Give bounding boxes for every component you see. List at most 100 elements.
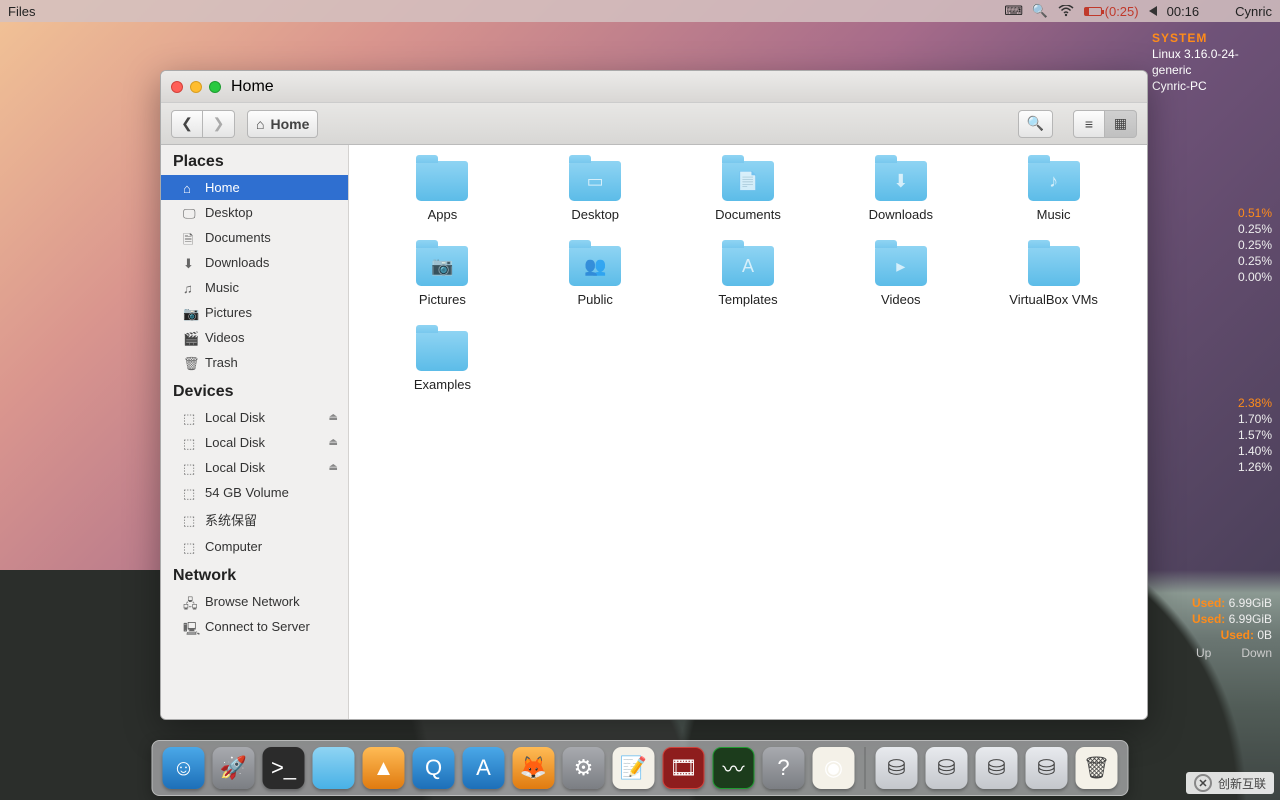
dock-vlc[interactable]: ▲ bbox=[363, 747, 405, 789]
search-icon[interactable]: 🔍 bbox=[1032, 3, 1048, 19]
dock-monitor[interactable]: 〰 bbox=[713, 747, 755, 789]
help-icon: ? bbox=[777, 755, 789, 781]
dock-finder[interactable]: ☺ bbox=[163, 747, 205, 789]
sidebar-item-connect-to-server[interactable]: 🖳Connect to Server bbox=[161, 614, 348, 639]
folder-icon: 📄 bbox=[722, 161, 774, 201]
menu-bar: Files ⌨ 🔍 (0:25) 00:16 Cynric bbox=[0, 0, 1280, 22]
list-view-button[interactable]: ≡ bbox=[1073, 110, 1105, 138]
sidebar-item-desktop[interactable]: 🖵Desktop bbox=[161, 200, 348, 225]
battery-indicator[interactable]: (0:25) bbox=[1084, 4, 1139, 19]
path-button-home[interactable]: ⌂ Home bbox=[247, 110, 318, 138]
sidebar-item-pictures[interactable]: 📷Pictures bbox=[161, 300, 348, 325]
search-button[interactable]: 🔍 bbox=[1018, 110, 1053, 138]
sidebar-item-local-disk[interactable]: ⬚Local Disk⏏ bbox=[161, 430, 348, 455]
dock-settings[interactable]: ⚙ bbox=[563, 747, 605, 789]
traffic-lights bbox=[171, 81, 221, 93]
maximize-button[interactable] bbox=[209, 81, 221, 93]
eject-icon[interactable]: ⏏ bbox=[329, 462, 338, 473]
sidebar-item-54-gb-volume[interactable]: ⬚54 GB Volume bbox=[161, 480, 348, 505]
wifi-icon[interactable] bbox=[1058, 3, 1074, 19]
dock-launchpad[interactable]: 🚀 bbox=[213, 747, 255, 789]
desktop-icon: 🖵 bbox=[183, 206, 197, 220]
folder-icon: ⬇ bbox=[875, 161, 927, 201]
folder-public[interactable]: 👥Public bbox=[524, 246, 667, 307]
clock[interactable]: 00:16 bbox=[1167, 4, 1200, 19]
eject-icon[interactable]: ⏏ bbox=[329, 437, 338, 448]
folder-icon: ♪ bbox=[1028, 161, 1080, 201]
volume-icon[interactable] bbox=[1149, 6, 1157, 16]
system-heading: SYSTEM bbox=[1152, 31, 1207, 45]
folder-icon: 👥 bbox=[569, 246, 621, 286]
folder-desktop[interactable]: ▭Desktop bbox=[524, 161, 667, 222]
minimize-button[interactable] bbox=[190, 81, 202, 93]
server-icon: 🖳 bbox=[183, 620, 197, 634]
doc-icon: 🗎 bbox=[183, 231, 197, 245]
back-button[interactable]: ❮ bbox=[171, 110, 203, 138]
folder-icon bbox=[416, 331, 468, 371]
sidebar-item-documents[interactable]: 🗎Documents bbox=[161, 225, 348, 250]
video-icon: 🎞 bbox=[670, 755, 698, 781]
folder-examples[interactable]: Examples bbox=[371, 331, 514, 392]
dock-help[interactable]: ? bbox=[763, 747, 805, 789]
window-titlebar[interactable]: Home bbox=[161, 71, 1147, 103]
vlc-icon: ▲ bbox=[373, 755, 395, 781]
folder-content[interactable]: Apps▭Desktop📄Documents⬇Downloads♪Music 📷P… bbox=[349, 145, 1147, 719]
dock-video[interactable]: 🎞 bbox=[663, 747, 705, 789]
video-icon: 🎬 bbox=[183, 331, 197, 345]
sidebar-header-network: Network bbox=[161, 559, 348, 589]
dock-separator bbox=[865, 747, 866, 789]
folder-pictures[interactable]: 📷Pictures bbox=[371, 246, 514, 307]
dock-trash[interactable]: 🗑 bbox=[1076, 747, 1118, 789]
music-icon: ♫ bbox=[183, 281, 197, 295]
sidebar-item-local-disk[interactable]: ⬚Local Disk⏏ bbox=[161, 405, 348, 430]
sidebar-item-local-disk[interactable]: ⬚Local Disk⏏ bbox=[161, 455, 348, 480]
dock-software-center[interactable]: A bbox=[463, 747, 505, 789]
apple-icon[interactable] bbox=[1209, 3, 1225, 19]
disk-icon: ⬚ bbox=[183, 411, 197, 425]
sidebar-item-music[interactable]: ♫Music bbox=[161, 275, 348, 300]
folder-icon bbox=[1028, 246, 1080, 286]
dock-files[interactable] bbox=[313, 747, 355, 789]
dock-disk-1[interactable]: ⛁ bbox=[926, 747, 968, 789]
dock-disk-0[interactable]: ⛁ bbox=[876, 747, 918, 789]
user-name[interactable]: Cynric bbox=[1235, 4, 1272, 19]
textedit-icon: 📝 bbox=[620, 755, 647, 781]
trash-icon: 🗑 bbox=[183, 356, 197, 370]
forward-button[interactable]: ❯ bbox=[203, 110, 235, 138]
sidebar-item-系统保留[interactable]: ⬚系统保留 bbox=[161, 505, 348, 534]
software-center-icon: A bbox=[476, 755, 491, 781]
folder-downloads[interactable]: ⬇Downloads bbox=[829, 161, 972, 222]
watermark-logo: ✕ bbox=[1194, 774, 1212, 792]
folder-virtualbox-vms[interactable]: VirtualBox VMs bbox=[982, 246, 1125, 307]
folder-templates[interactable]: ATemplates bbox=[677, 246, 820, 307]
folder-apps[interactable]: Apps bbox=[371, 161, 514, 222]
sidebar-item-trash[interactable]: 🗑Trash bbox=[161, 350, 348, 375]
folder-videos[interactable]: ▸Videos bbox=[829, 246, 972, 307]
grid-view-button[interactable]: ▦ bbox=[1105, 110, 1137, 138]
sidebar-item-browse-network[interactable]: 🖧Browse Network bbox=[161, 589, 348, 614]
dock-disk-2[interactable]: ⛁ bbox=[976, 747, 1018, 789]
close-button[interactable] bbox=[171, 81, 183, 93]
sidebar-item-downloads[interactable]: ⬇Downloads bbox=[161, 250, 348, 275]
eject-icon[interactable]: ⏏ bbox=[329, 412, 338, 423]
dock-firefox[interactable]: 🦊 bbox=[513, 747, 555, 789]
disk-icon: ⬚ bbox=[183, 461, 197, 475]
dock-terminal[interactable]: >_ bbox=[263, 747, 305, 789]
dock-chrome[interactable]: ◉ bbox=[813, 747, 855, 789]
dock: ☺🚀>_▲QA🦊⚙📝🎞〰?◉⛁⛁⛁⛁🗑 bbox=[152, 740, 1129, 796]
sidebar-item-computer[interactable]: ⬚Computer bbox=[161, 534, 348, 559]
net-down-label: Down bbox=[1241, 646, 1272, 660]
sidebar-item-home[interactable]: ⌂Home bbox=[161, 175, 348, 200]
dock-quicktime[interactable]: Q bbox=[413, 747, 455, 789]
dock-textedit[interactable]: 📝 bbox=[613, 747, 655, 789]
folder-documents[interactable]: 📄Documents bbox=[677, 161, 820, 222]
net-up-label: Up bbox=[1196, 646, 1211, 660]
launchpad-icon: 🚀 bbox=[220, 755, 247, 781]
dock-disk-3[interactable]: ⛁ bbox=[1026, 747, 1068, 789]
disk-icon: ⛁ bbox=[937, 755, 955, 781]
toolbar: ❮ ❯ ⌂ Home 🔍 ≡ ▦ bbox=[161, 103, 1147, 145]
menu-app-name[interactable]: Files bbox=[8, 4, 35, 19]
folder-music[interactable]: ♪Music bbox=[982, 161, 1125, 222]
sidebar-item-videos[interactable]: 🎬Videos bbox=[161, 325, 348, 350]
keyboard-icon[interactable]: ⌨ bbox=[1006, 3, 1022, 19]
